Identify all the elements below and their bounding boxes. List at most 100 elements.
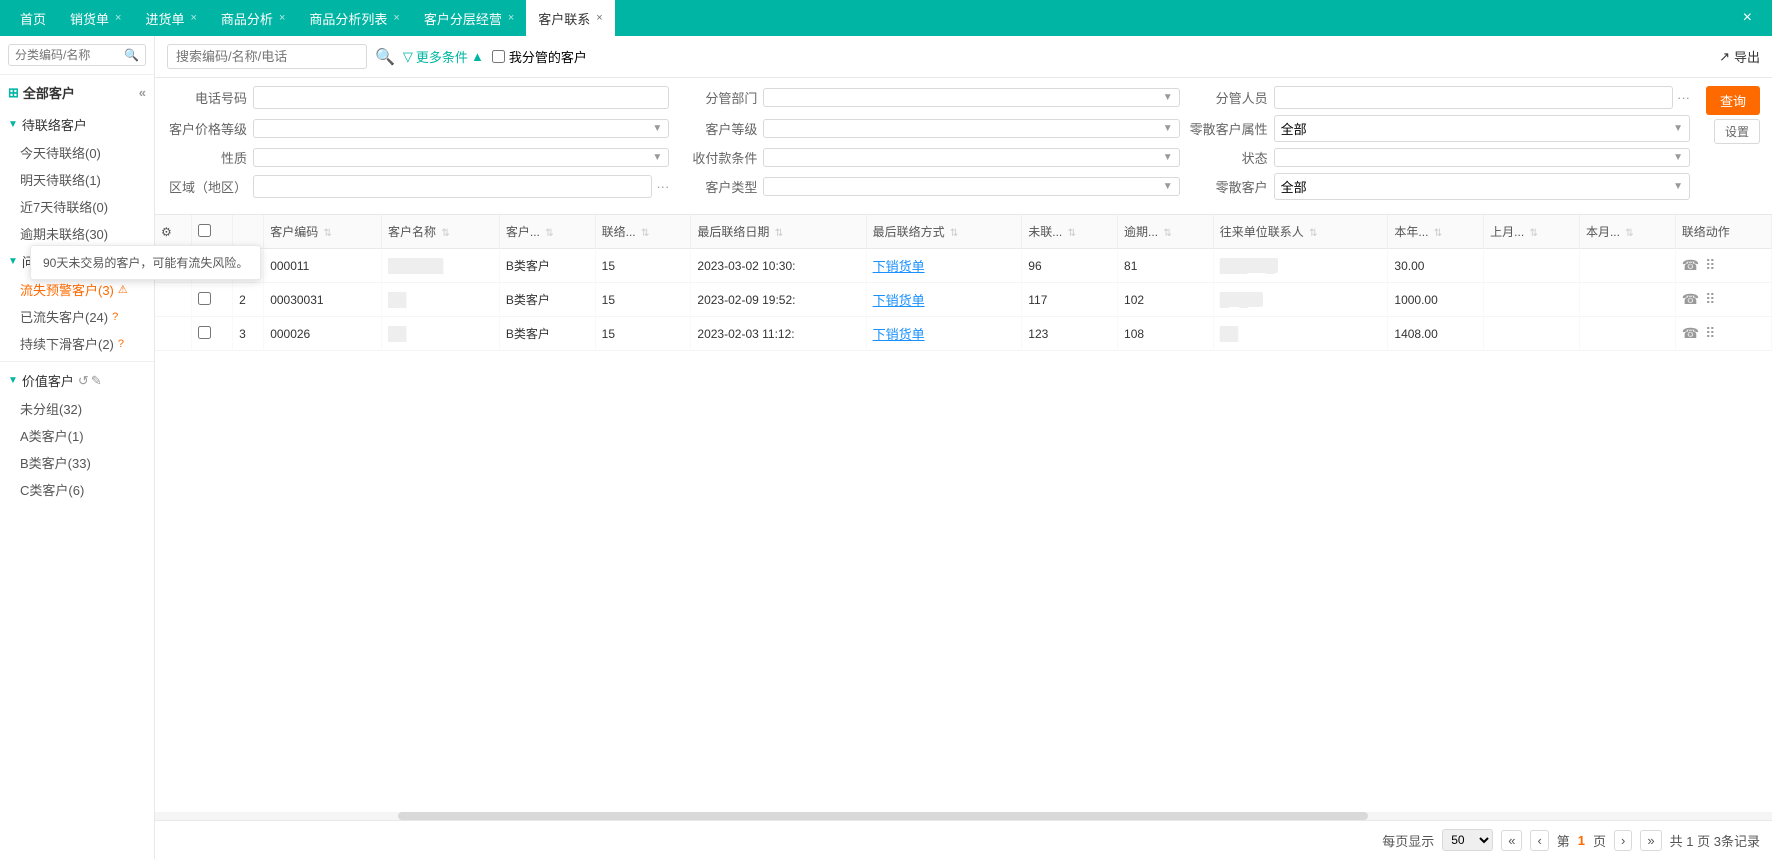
col-overdue[interactable]: 逾期... ⇅ — [1118, 215, 1214, 249]
my-customers-checkbox[interactable] — [492, 50, 505, 63]
search-input[interactable] — [167, 44, 367, 69]
action-phone-icon-2[interactable]: ☎ — [1682, 325, 1699, 342]
cell-way-2[interactable]: 下销货单 — [866, 317, 1022, 351]
nav-close-purchase[interactable]: × — [190, 12, 196, 24]
my-customers-checkbox-label[interactable]: 我分管的客户 — [492, 47, 587, 66]
sort-icon-type: ⇅ — [545, 228, 553, 239]
sidebar-item-class-b[interactable]: B类客户(33) — [0, 449, 154, 476]
nav-close-customer-contact[interactable]: × — [596, 12, 602, 24]
sidebar-group-pending[interactable]: ▼ 待联络客户 — [0, 110, 154, 139]
select-all-checkbox[interactable] — [198, 224, 211, 237]
col-index — [233, 215, 264, 249]
cell-type-2: B类客户 — [499, 317, 595, 351]
filter-input-manager[interactable] — [1274, 86, 1673, 109]
filter-select-dept[interactable]: ▼ — [763, 88, 1179, 107]
col-this-month[interactable]: 本月... ⇅ — [1579, 215, 1675, 249]
filter-select-retail-attr[interactable]: 全部 ▼ — [1274, 115, 1690, 142]
nav-item-customer-tier[interactable]: 客户分层经营 × — [412, 0, 526, 36]
row-checkbox-1[interactable] — [198, 292, 211, 305]
sidebar-item-class-c[interactable]: C类客户(6) — [0, 476, 154, 503]
col-settings[interactable]: ⚙ — [155, 215, 192, 249]
refresh-icon[interactable]: ↺ — [78, 373, 89, 389]
filter-label-nature: 性质 — [167, 148, 247, 167]
sidebar-item-tomorrow[interactable]: 明天待联络(1) — [0, 166, 154, 193]
col-name[interactable]: 客户名称 ⇅ — [382, 215, 500, 249]
col-code[interactable]: 客户编码 ⇅ — [264, 215, 382, 249]
sidebar-collapse-icon[interactable]: « — [139, 85, 146, 100]
col-not-contacted[interactable]: 未联... ⇅ — [1022, 215, 1118, 249]
action-more-icon-2[interactable]: ⠿ — [1705, 325, 1715, 342]
page-size-select[interactable]: 50 100 200 — [1442, 829, 1493, 851]
col-this-year[interactable]: 本年... ⇅ — [1388, 215, 1484, 249]
col-contact[interactable]: 联络... ⇅ — [595, 215, 691, 249]
col-type[interactable]: 客户... ⇅ — [499, 215, 595, 249]
nav-item-purchase[interactable]: 进货单 × — [133, 0, 208, 36]
more-conditions-button[interactable]: ▽ 更多条件 ▲ — [403, 47, 484, 66]
action-phone-icon-0[interactable]: ☎ — [1682, 257, 1699, 274]
filter-select-nature[interactable]: ▼ — [253, 148, 669, 167]
contact-way-link-2[interactable]: 下销货单 — [873, 327, 925, 342]
next-page-button[interactable]: › — [1614, 830, 1632, 851]
dots-icon-region[interactable]: ··· — [656, 179, 669, 194]
filter-select-retail[interactable]: 全部 ▼ — [1274, 173, 1690, 200]
filter-label-region: 区域（地区） — [167, 177, 247, 196]
export-button[interactable]: ↗ 导出 — [1719, 47, 1760, 66]
cell-last-month-0 — [1484, 249, 1580, 283]
query-button[interactable]: 查询 — [1706, 86, 1760, 115]
cell-way-1[interactable]: 下销货单 — [866, 283, 1022, 317]
contact-way-link-0[interactable]: 下销货单 — [873, 259, 925, 274]
export-icon: ↗ — [1719, 49, 1730, 65]
action-phone-icon-1[interactable]: ☎ — [1682, 291, 1699, 308]
nav-item-analysis[interactable]: 商品分析 × — [209, 0, 297, 36]
first-page-button[interactable]: « — [1501, 830, 1522, 851]
nav-item-analysis-list[interactable]: 商品分析列表 × — [297, 0, 411, 36]
nav-close-sales[interactable]: × — [115, 12, 121, 24]
nav-item-customer-contact[interactable]: 客户联系 × — [526, 0, 614, 36]
col-last-way[interactable]: 最后联络方式 ⇅ — [866, 215, 1022, 249]
row-checkbox-2[interactable] — [198, 326, 211, 339]
sidebar-item-churned[interactable]: 已流失客户(24) ? — [0, 303, 154, 330]
nav-close-analysis-list[interactable]: × — [393, 12, 399, 24]
settings-button[interactable]: 设置 — [1714, 119, 1760, 144]
horizontal-scrollbar[interactable] — [155, 812, 1772, 820]
filter-input-region[interactable] — [253, 175, 652, 198]
filter-select-price-tier[interactable]: ▼ — [253, 119, 669, 138]
dots-icon-manager[interactable]: ··· — [1677, 90, 1690, 105]
sidebar-item-7days[interactable]: 近7天待联络(0) — [0, 193, 154, 220]
sidebar-item-today[interactable]: 今天待联络(0) — [0, 139, 154, 166]
nav-close-customer-tier[interactable]: × — [508, 12, 514, 24]
sidebar-item-overdue[interactable]: 逾期未联络(30) — [0, 220, 154, 247]
sidebar-item-declining[interactable]: 持续下滑客户(2) ? — [0, 330, 154, 357]
warning-icon: ⚠ — [118, 283, 128, 296]
filter-select-customer-tier[interactable]: ▼ — [763, 119, 1179, 138]
data-table: ⚙ 客户编码 ⇅ 客户名称 ⇅ 客户... ⇅ 联络... ⇅ 最后联络日期 ⇅… — [155, 215, 1772, 351]
cell-name-0: ██████ — [382, 249, 500, 283]
col-unit-contact[interactable]: 往来单位联系人 ⇅ — [1213, 215, 1388, 249]
contact-way-link-1[interactable]: 下销货单 — [873, 293, 925, 308]
nav-close-analysis[interactable]: × — [279, 12, 285, 24]
action-more-icon-1[interactable]: ⠿ — [1705, 291, 1715, 308]
scrollbar-thumb[interactable] — [398, 812, 1368, 820]
sidebar-item-churn-warning[interactable]: 流失预警客户(3) ⚠ — [0, 276, 154, 303]
window-close-button[interactable]: × — [1731, 9, 1764, 27]
cell-way-0[interactable]: 下销货单 — [866, 249, 1022, 283]
sidebar-group-value[interactable]: ▼ 价值客户 ↺ ✎ — [0, 366, 154, 395]
filter-select-status[interactable]: ▼ — [1274, 148, 1690, 167]
cell-this-month-2 — [1579, 317, 1675, 351]
nav-item-sales[interactable]: 销货单 × — [58, 0, 133, 36]
col-last-month[interactable]: 上月... ⇅ — [1484, 215, 1580, 249]
sidebar-search-area: 🔍 — [0, 36, 154, 75]
last-page-button[interactable]: » — [1640, 830, 1661, 851]
sidebar-item-unclassified[interactable]: 未分组(32) — [0, 395, 154, 422]
filter-label-phone: 电话号码 — [167, 88, 247, 107]
sidebar-item-class-a[interactable]: A类客户(1) — [0, 422, 154, 449]
search-button[interactable]: 🔍 — [375, 47, 395, 67]
prev-page-button[interactable]: ‹ — [1530, 830, 1548, 851]
filter-select-customer-type[interactable]: ▼ — [763, 177, 1179, 196]
nav-item-home[interactable]: 首页 — [8, 0, 58, 36]
action-more-icon-0[interactable]: ⠿ — [1705, 257, 1715, 274]
filter-input-phone[interactable] — [253, 86, 669, 109]
filter-select-payment[interactable]: ▼ — [763, 148, 1179, 167]
col-last-date[interactable]: 最后联络日期 ⇅ — [691, 215, 866, 249]
edit-icon[interactable]: ✎ — [91, 373, 102, 389]
